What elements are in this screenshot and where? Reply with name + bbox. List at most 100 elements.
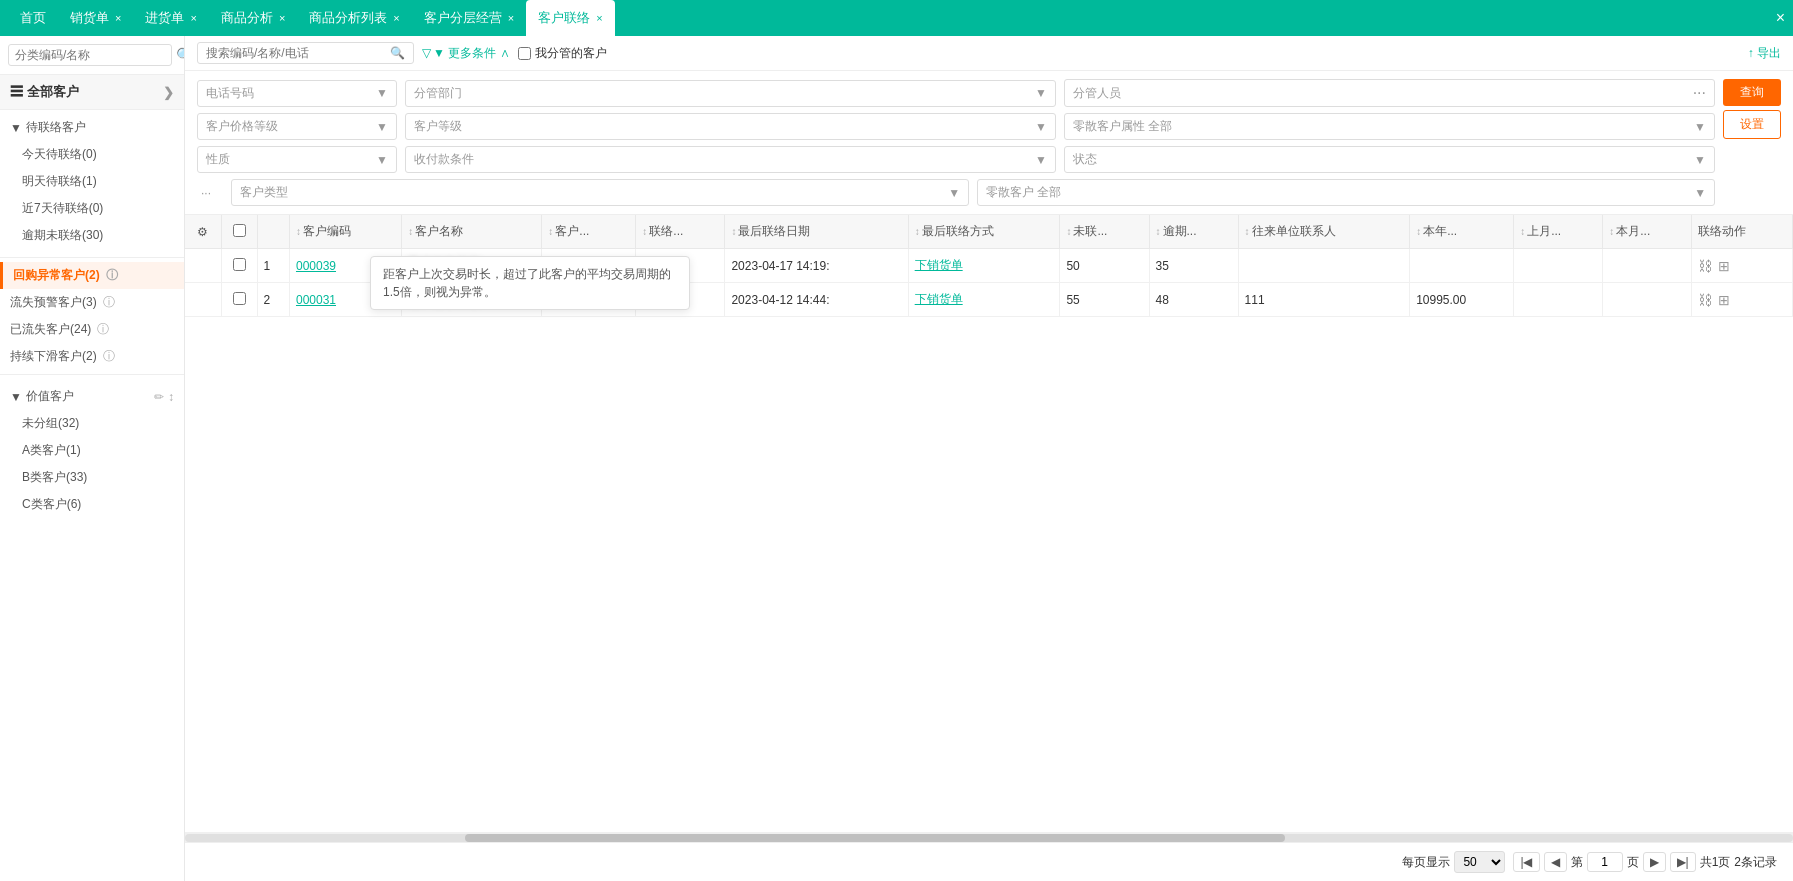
sort-icon[interactable]: ↕ [168, 390, 174, 404]
th-this-year[interactable]: ↕本年... [1410, 215, 1514, 249]
filter-row-1: 电话号码 ▼ 分管部门 ▼ 分管人员 ··· [197, 79, 1715, 107]
nav-sales[interactable]: 销货单 × [58, 0, 133, 36]
th-last-contact-method[interactable]: ↕最后联络方式 [908, 215, 1060, 249]
filter-customer-type[interactable]: 客户类型 ▼ [231, 179, 969, 206]
filter-retail-attr[interactable]: 零散客户属性 全部 ▼ [1064, 113, 1715, 140]
action-grid-icon-1[interactable]: ⊞ [1718, 292, 1730, 308]
cell-method-0[interactable]: 下销货单 [908, 249, 1060, 283]
prev-page-btn[interactable]: ◀ [1544, 852, 1567, 872]
row-checkbox-1[interactable] [233, 292, 246, 305]
export-button[interactable]: ↑ 导出 [1748, 45, 1781, 62]
first-page-btn[interactable]: |◀ [1513, 852, 1539, 872]
nav-sales-close[interactable]: × [115, 0, 121, 36]
th-uncontacted[interactable]: ↕未联... [1060, 215, 1149, 249]
nav-customer-tier[interactable]: 客户分层经营 × [412, 0, 526, 36]
filter-retail[interactable]: 零散客户 全部 ▼ [977, 179, 1715, 206]
select-all-checkbox[interactable] [233, 224, 246, 237]
edit-icon[interactable]: ✏ [154, 390, 164, 404]
scrollbar-thumb[interactable] [465, 834, 1285, 842]
nav-analysis-list-close[interactable]: × [393, 0, 399, 36]
sidebar-item-churned[interactable]: 已流失客户(24) ⓘ [0, 316, 184, 343]
th-settings[interactable]: ⚙ [185, 215, 221, 249]
sidebar-item-churn-warning[interactable]: 流失预警客户(3) ⓘ [0, 289, 184, 316]
current-page-input[interactable] [1587, 852, 1623, 872]
row-checkbox-0[interactable] [233, 258, 246, 271]
my-customers-filter[interactable]: 我分管的客户 [518, 45, 607, 62]
nav-analysis-close[interactable]: × [279, 0, 285, 36]
horizontal-scrollbar[interactable] [185, 832, 1793, 842]
settings-button[interactable]: 设置 [1723, 110, 1781, 139]
th-code[interactable]: ↕客户编码 [289, 215, 401, 249]
action-link-icon-0[interactable]: ⛓ [1698, 258, 1712, 274]
sidebar-item-class-c[interactable]: C类客户(6) [0, 491, 184, 518]
cell-checkbox-0[interactable] [221, 249, 257, 283]
nav-analysis[interactable]: 商品分析 × [209, 0, 297, 36]
page-unit-label: 页 [1627, 854, 1639, 871]
info-icon-4[interactable]: ⓘ [103, 348, 115, 365]
th-customer-type[interactable]: ↕客户... [542, 215, 636, 249]
more-conditions-btn[interactable]: ▽ ▼ 更多条件 ∧ [422, 45, 510, 62]
sidebar-item-overdue[interactable]: 逾期未联络(30) [0, 222, 184, 249]
content-area: 距客户上次交易时长，超过了此客户的平均交易周期的1.5倍，则视为异常。 🔍 ▽ … [185, 36, 1793, 881]
th-checkbox[interactable] [221, 215, 257, 249]
nav-home[interactable]: 首页 [8, 0, 58, 36]
filter-price-level[interactable]: 客户价格等级 ▼ [197, 113, 397, 140]
nav-analysis-list[interactable]: 商品分析列表 × [297, 0, 411, 36]
sidebar-item-7days[interactable]: 近7天待联络(0) [0, 195, 184, 222]
action-grid-icon-0[interactable]: ⊞ [1718, 258, 1730, 274]
filter-search-input[interactable] [206, 46, 386, 60]
th-this-month[interactable]: ↕本月... [1603, 215, 1692, 249]
all-customers-title[interactable]: ☰ 全部客户 ❯ [0, 75, 184, 110]
sidebar-collapse-icon[interactable]: ❯ [163, 85, 174, 100]
action-link-icon-1[interactable]: ⛓ [1698, 292, 1712, 308]
close-all-tabs[interactable]: × [1776, 9, 1785, 27]
th-name[interactable]: ↕客户名称 [402, 215, 542, 249]
nav-customer-contact[interactable]: 客户联络 × [526, 0, 614, 36]
sidebar-item-class-b[interactable]: B类客户(33) [0, 464, 184, 491]
sidebar-search-icon[interactable]: 🔍 [176, 47, 185, 63]
nav-analysis-label: 商品分析 [221, 0, 273, 36]
filter-payment[interactable]: 收付款条件 ▼ [405, 146, 1056, 173]
sidebar-item-class-a[interactable]: A类客户(1) [0, 437, 184, 464]
sidebar: 🔍 ☰ 全部客户 ❯ ▼ 待联络客户 今天待联络(0) 明天待联络(1) 近7天… [0, 36, 185, 881]
person-more-icon[interactable]: ··· [1693, 84, 1706, 102]
value-group-label: 价值客户 [26, 388, 74, 405]
info-icon-3[interactable]: ⓘ [97, 321, 109, 338]
cell-checkbox-1[interactable] [221, 283, 257, 317]
sidebar-item-today[interactable]: 今天待联络(0) [0, 141, 184, 168]
cell-method-1[interactable]: 下销货单 [908, 283, 1060, 317]
sidebar-item-unclassified[interactable]: 未分组(32) [0, 410, 184, 437]
nav-home-label: 首页 [20, 0, 46, 36]
filter-status[interactable]: 状态 ▼ [1064, 146, 1715, 173]
nav-customer-tier-close[interactable]: × [508, 0, 514, 36]
th-contact[interactable]: ↕联络... [636, 215, 725, 249]
next-page-btn[interactable]: ▶ [1643, 852, 1666, 872]
value-customer-group-title[interactable]: ▼ 价值客户 ✏ ↕ [0, 383, 184, 410]
filter-gender[interactable]: 性质 ▼ [197, 146, 397, 173]
filter-customer-level[interactable]: 客户等级 ▼ [405, 113, 1056, 140]
sidebar-item-tomorrow[interactable]: 明天待联络(1) [0, 168, 184, 195]
sidebar-item-declining[interactable]: 持续下滑客户(2) ⓘ [0, 343, 184, 370]
last-page-btn[interactable]: ▶| [1670, 852, 1696, 872]
filter-dept[interactable]: 分管部门 ▼ [405, 80, 1056, 107]
nav-purchase-close[interactable]: × [190, 0, 196, 36]
per-page-select[interactable]: 50 100 200 [1454, 851, 1505, 873]
nav-customer-contact-close[interactable]: × [596, 0, 602, 36]
sidebar-item-abnormal-repurchase[interactable]: 回购异常客户(2) ⓘ [0, 262, 184, 289]
query-button[interactable]: 查询 [1723, 79, 1781, 106]
filter-dots[interactable]: ··· [197, 186, 215, 200]
th-overdue[interactable]: ↕逾期... [1149, 215, 1238, 249]
sidebar-search-input[interactable] [8, 44, 172, 66]
cell-settings-1 [185, 283, 221, 317]
filter-search-icon[interactable]: 🔍 [390, 46, 405, 60]
nav-purchase[interactable]: 进货单 × [133, 0, 208, 36]
th-last-contact-date[interactable]: ↕最后联络日期 [725, 215, 908, 249]
info-icon-1[interactable]: ⓘ [106, 267, 118, 284]
th-prev-unit-contacts[interactable]: ↕往来单位联系人 [1238, 215, 1410, 249]
my-customers-checkbox[interactable] [518, 47, 531, 60]
info-icon-2[interactable]: ⓘ [103, 294, 115, 311]
filter-person[interactable]: 分管人员 ··· [1064, 79, 1715, 107]
pending-contact-group-title[interactable]: ▼ 待联络客户 [0, 114, 184, 141]
filter-phone[interactable]: 电话号码 ▼ [197, 80, 397, 107]
th-last-month[interactable]: ↕上月... [1514, 215, 1603, 249]
